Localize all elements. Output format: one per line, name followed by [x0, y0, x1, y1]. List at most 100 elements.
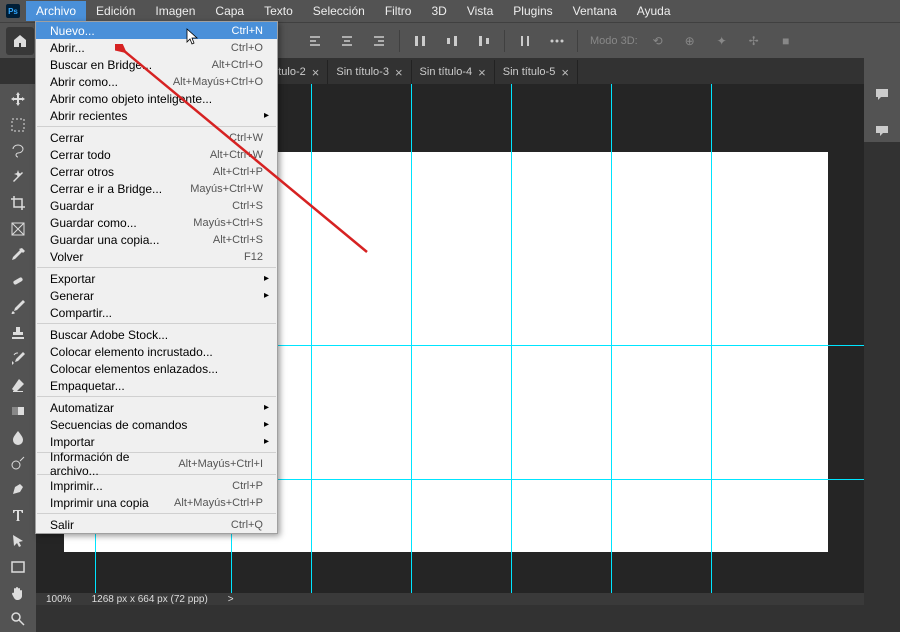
libraries-panel-icon[interactable] [871, 120, 893, 142]
comments-panel-icon[interactable] [871, 84, 893, 106]
marquee-tool[interactable] [2, 112, 34, 138]
menu-item-buscar-adobe-stock[interactable]: Buscar Adobe Stock... [36, 326, 277, 343]
menu-item-empaquetar[interactable]: Empaquetar... [36, 377, 277, 394]
rectangle-tool[interactable] [2, 554, 34, 580]
menu-item-colocar-elemento-incrustado[interactable]: Colocar elemento incrustado... [36, 343, 277, 360]
menu-item-exportar[interactable]: Exportar [36, 270, 277, 287]
menu-item-label: Cerrar todo [50, 148, 111, 162]
dolly-icon[interactable]: ✦ [710, 29, 734, 53]
dodge-tool[interactable] [2, 450, 34, 476]
menu-edicion[interactable]: Edición [86, 1, 145, 21]
align-left-icon[interactable] [303, 29, 327, 53]
menu-item-colocar-elementos-enlazados[interactable]: Colocar elementos enlazados... [36, 360, 277, 377]
menu-item-secuencias-de-comandos[interactable]: Secuencias de comandos [36, 416, 277, 433]
menu-ayuda[interactable]: Ayuda [627, 1, 681, 21]
menu-item-cerrar[interactable]: CerrarCtrl+W [36, 129, 277, 146]
distribute-middle-icon[interactable] [440, 29, 464, 53]
tab-doc-5[interactable]: Sin título-5× [495, 60, 578, 84]
menu-seleccion[interactable]: Selección [303, 1, 375, 21]
menu-item-cerrar-e-ir-a-bridge[interactable]: Cerrar e ir a Bridge...Mayús+Ctrl+W [36, 180, 277, 197]
menu-3d[interactable]: 3D [421, 1, 456, 21]
gradient-tool[interactable] [2, 398, 34, 424]
menu-item-cerrar-todo[interactable]: Cerrar todoAlt+Ctrl+W [36, 146, 277, 163]
menu-item-importar[interactable]: Importar [36, 433, 277, 450]
menu-plugins[interactable]: Plugins [503, 1, 562, 21]
menu-item-buscar-en-bridge[interactable]: Buscar en Bridge...Alt+Ctrl+O [36, 56, 277, 73]
close-icon[interactable]: × [395, 66, 403, 79]
menu-item-salir[interactable]: SalirCtrl+Q [36, 516, 277, 533]
menu-item-automatizar[interactable]: Automatizar [36, 399, 277, 416]
more-options-icon[interactable] [545, 29, 569, 53]
status-bar: 100% 1268 px x 664 px (72 ppp) > [36, 593, 864, 605]
menu-item-nuevo[interactable]: Nuevo...Ctrl+N [36, 22, 277, 39]
guide-vertical[interactable] [611, 84, 612, 593]
brush-tool[interactable] [2, 294, 34, 320]
guide-vertical[interactable] [711, 84, 712, 593]
menu-texto[interactable]: Texto [254, 1, 303, 21]
tab-doc-4[interactable]: Sin título-4 × [412, 60, 495, 84]
zoom-value[interactable]: 100% [46, 594, 72, 605]
align-right-icon[interactable] [367, 29, 391, 53]
align-center-icon[interactable] [335, 29, 359, 53]
menu-item-abrir-como-objeto-inteligente[interactable]: Abrir como objeto inteligente... [36, 90, 277, 107]
menu-item-guardar-una-copia[interactable]: Guardar una copia...Alt+Ctrl+S [36, 231, 277, 248]
camera-icon[interactable]: ■ [774, 29, 798, 53]
menu-capa[interactable]: Capa [205, 1, 254, 21]
menu-item-imprimir-una-copia[interactable]: Imprimir una copiaAlt+Mayús+Ctrl+P [36, 494, 277, 511]
guide-vertical[interactable] [311, 84, 312, 593]
menu-item-abrir[interactable]: Abrir...Ctrl+O [36, 39, 277, 56]
menu-item-volver[interactable]: VolverF12 [36, 248, 277, 265]
menu-item-generar[interactable]: Generar [36, 287, 277, 304]
pen-tool[interactable] [2, 476, 34, 502]
zoom-tool[interactable] [2, 606, 34, 632]
menu-shortcut: F12 [244, 251, 263, 263]
move-tool[interactable] [2, 86, 34, 112]
menu-item-abrir-como[interactable]: Abrir como...Alt+Mayús+Ctrl+O [36, 73, 277, 90]
menu-item-guardar-como[interactable]: Guardar como...Mayús+Ctrl+S [36, 214, 277, 231]
menu-item-compartir[interactable]: Compartir... [36, 304, 277, 321]
blur-tool[interactable] [2, 424, 34, 450]
frame-tool[interactable] [2, 216, 34, 242]
menu-filtro[interactable]: Filtro [375, 1, 422, 21]
distribute-spacing-icon[interactable] [513, 29, 537, 53]
menu-item-label: Imprimir una copia [50, 496, 149, 510]
menu-vista[interactable]: Vista [457, 1, 503, 21]
tab-label: Sin título-4 [420, 66, 473, 78]
home-button[interactable] [6, 27, 34, 55]
close-icon[interactable]: × [312, 66, 320, 79]
heal-tool[interactable] [2, 268, 34, 294]
menu-item-informaci-n-de-archivo[interactable]: Información de archivo...Alt+Mayús+Ctrl+… [36, 455, 277, 472]
menu-item-label: Abrir como objeto inteligente... [50, 92, 212, 106]
close-icon[interactable]: × [478, 66, 486, 79]
hand-tool[interactable] [2, 580, 34, 606]
pan-icon[interactable]: ⊕ [678, 29, 702, 53]
lasso-tool[interactable] [2, 138, 34, 164]
menu-item-cerrar-otros[interactable]: Cerrar otrosAlt+Ctrl+P [36, 163, 277, 180]
guide-vertical[interactable] [511, 84, 512, 593]
type-tool[interactable] [2, 502, 34, 528]
menu-item-imprimir[interactable]: Imprimir...Ctrl+P [36, 477, 277, 494]
eyedropper-tool[interactable] [2, 242, 34, 268]
distribute-top-icon[interactable] [408, 29, 432, 53]
wand-tool[interactable] [2, 164, 34, 190]
close-icon[interactable]: × [561, 66, 569, 79]
stamp-tool[interactable] [2, 320, 34, 346]
orbit-icon[interactable]: ⟲ [646, 29, 670, 53]
menu-item-label: Exportar [50, 272, 95, 286]
crop-tool[interactable] [2, 190, 34, 216]
menu-item-label: Automatizar [50, 401, 114, 415]
menu-ventana[interactable]: Ventana [563, 1, 627, 21]
menu-archivo[interactable]: Archivo [26, 1, 86, 21]
history-brush-tool[interactable] [2, 346, 34, 372]
light-icon[interactable]: ✢ [742, 29, 766, 53]
status-arrow-icon[interactable]: > [228, 594, 234, 605]
menu-item-label: Secuencias de comandos [50, 418, 187, 432]
distribute-bottom-icon[interactable] [472, 29, 496, 53]
guide-vertical[interactable] [411, 84, 412, 593]
tab-doc-3[interactable]: Sin título-3× [328, 60, 411, 84]
menu-imagen[interactable]: Imagen [145, 1, 205, 21]
path-select-tool[interactable] [2, 528, 34, 554]
menu-item-abrir-recientes[interactable]: Abrir recientes [36, 107, 277, 124]
eraser-tool[interactable] [2, 372, 34, 398]
menu-item-guardar[interactable]: GuardarCtrl+S [36, 197, 277, 214]
